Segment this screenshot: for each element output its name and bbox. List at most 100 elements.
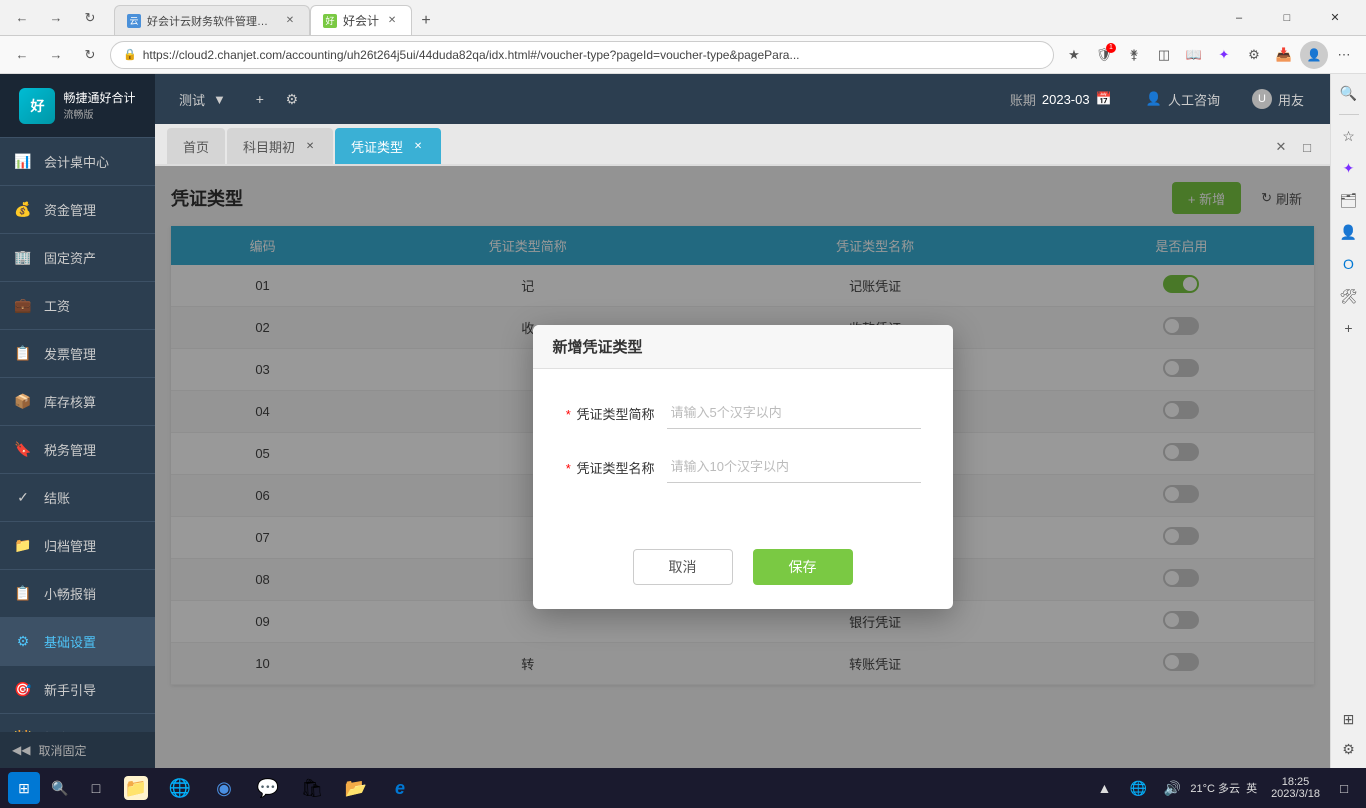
settings-icon: ⚙ (12, 631, 34, 653)
rp-copilot-btn[interactable]: ✦ (1334, 153, 1364, 183)
browser-tab-1[interactable]: 云 好会计云财务软件管理系统_会计 ✕ (114, 5, 310, 35)
network-icon[interactable]: 🌐 (1122, 772, 1154, 804)
sidebar-label-report: 小畅报销 (44, 584, 96, 603)
rp-settings-btn[interactable]: ⚙ (1334, 734, 1364, 764)
chrome-icon: ◉ (212, 776, 236, 800)
immersive-reader-icon[interactable]: 📖 (1180, 41, 1208, 69)
shield-icon[interactable]: 🛡 1 (1090, 41, 1118, 69)
sidebar-item-settings[interactable]: ⚙ 基础设置 (0, 618, 155, 666)
content-area: 凭证类型 + 新增 ↻ 刷新 编码 凭证类型简称 凭证类型名称 是否启用 (155, 166, 1330, 768)
notification-btn[interactable]: □ (1330, 774, 1358, 802)
save-btn[interactable]: 保存 (753, 549, 853, 585)
sidebar-item-settle[interactable]: ✓ 结账 (0, 474, 155, 522)
reload-button[interactable]: ↻ (76, 4, 104, 32)
tab-close-2[interactable]: ✕ (385, 14, 399, 28)
taskbar-app-edge[interactable]: 🌐 (160, 772, 200, 804)
address-back-btn[interactable]: ← (8, 41, 36, 69)
rp-favorites-btn[interactable]: ☆ (1334, 121, 1364, 151)
tab-close-ctrl[interactable]: ✕ (1270, 136, 1292, 158)
sidebar-label-settle: 结账 (44, 488, 70, 507)
address-forward-btn[interactable]: → (42, 41, 70, 69)
collections-icon[interactable]: ⚙ (1240, 41, 1268, 69)
short-input[interactable] (667, 397, 921, 429)
cancel-btn[interactable]: 取消 (633, 549, 733, 585)
settle-icon: ✓ (12, 487, 34, 509)
search-taskbar-btn[interactable]: 🔍 (44, 772, 76, 804)
sidebar-item-member[interactable]: 👑 畅会员 (0, 714, 155, 732)
sound-icon[interactable]: 🔊 (1156, 772, 1188, 804)
workspace-selector[interactable]: 测试 ▼ (171, 86, 234, 113)
rp-history-btn[interactable]: 👤 (1334, 217, 1364, 247)
page-tab-voucher-close[interactable]: ✕ (411, 139, 425, 153)
consultant-icon: 👤 (1146, 91, 1162, 107)
minimize-button[interactable]: – (1216, 0, 1262, 36)
forward-button[interactable]: → (42, 4, 70, 32)
rp-collections-btn[interactable]: 🗂 (1334, 185, 1364, 215)
browser-tab-2[interactable]: 好 好会计 ✕ (310, 5, 412, 35)
extensions-icon[interactable]: ⚵ (1120, 41, 1148, 69)
taskbar-app-explorer[interactable]: 📁 (116, 772, 156, 804)
sidebar-item-fixed-assets[interactable]: 🏢 固定资产 (0, 234, 155, 282)
taskbar-app-chrome[interactable]: ◉ (204, 772, 244, 804)
sidebar-item-inventory[interactable]: 📦 库存核算 (0, 378, 155, 426)
sidebar-item-tax[interactable]: 🔖 税务管理 (0, 426, 155, 474)
page-tab-home-label: 首页 (183, 137, 209, 156)
sidebar-item-invoice[interactable]: 📋 发票管理 (0, 330, 155, 378)
task-view-btn[interactable]: □ (80, 772, 112, 804)
rp-outlook-btn[interactable]: O (1334, 249, 1364, 279)
system-tray-arrow[interactable]: ▲ (1088, 772, 1120, 804)
sidebar-item-capital[interactable]: 💰 资金管理 (0, 186, 155, 234)
sidebar-item-salary[interactable]: 💼 工资 (0, 282, 155, 330)
maximize-button[interactable]: □ (1264, 0, 1310, 36)
taskbar-date-value: 2023/3/18 (1271, 788, 1320, 800)
page-tab-subject-close[interactable]: ✕ (303, 139, 317, 153)
tab-fullscreen-ctrl[interactable]: □ (1296, 136, 1318, 158)
close-button[interactable]: ✕ (1312, 0, 1358, 36)
workspace-settings-btn[interactable]: ⚙ (278, 85, 306, 113)
favorites-icon[interactable]: ★ (1060, 41, 1088, 69)
address-refresh-btn[interactable]: ↻ (76, 41, 104, 69)
sidebar-item-guide[interactable]: 🎯 新手引导 (0, 666, 155, 714)
add-workspace-btn[interactable]: + (246, 85, 274, 113)
form-row-short: * 凭证类型简称 (565, 397, 921, 429)
ai-icon[interactable]: ✦ (1210, 41, 1238, 69)
sidebar-cancel-fixed[interactable]: ◀◀ 取消固定 (0, 732, 155, 768)
browser-window-controls: ← → ↻ (8, 4, 104, 32)
save-icon[interactable]: 📥 (1270, 41, 1298, 69)
address-input[interactable]: 🔒 https://cloud2.chanjet.com/accounting/… (110, 41, 1054, 69)
rp-grid-btn[interactable]: ⊞ (1334, 704, 1364, 734)
split-view-icon[interactable]: ◫ (1150, 41, 1178, 69)
taskbar-datetime[interactable]: 18:25 2023/3/18 (1265, 776, 1326, 800)
start-button[interactable]: ⊞ (8, 772, 40, 804)
taskbar-app-browser2[interactable]: e (380, 772, 420, 804)
rp-tools-btn[interactable]: 🛠 (1334, 281, 1364, 311)
menu-icon[interactable]: ⋯ (1330, 41, 1358, 69)
sidebar-item-dashboard[interactable]: 📊 会计桌中心 (0, 138, 155, 186)
name-input[interactable] (667, 451, 921, 483)
page-tab-home[interactable]: 首页 (167, 128, 225, 164)
modal-body: * 凭证类型简称 * 凭证类型名称 (533, 369, 953, 533)
security-icon: 🔒 (123, 48, 137, 61)
taskbar-app-files[interactable]: 📂 (336, 772, 376, 804)
back-button[interactable]: ← (8, 4, 36, 32)
calendar-icon[interactable]: 📅 (1096, 91, 1112, 107)
profile-icon[interactable]: 👤 (1300, 41, 1328, 69)
rp-add-btn[interactable]: + (1334, 313, 1364, 343)
dashboard-icon: 📊 (12, 151, 34, 173)
rp-search-btn[interactable]: 🔍 (1334, 78, 1364, 108)
guide-icon: 🎯 (12, 679, 34, 701)
app-wrapper: 好 畅捷通好合计 流畅版 📊 会计桌中心 💰 资金管理 🏢 固定资产 💼 工资 (0, 74, 1366, 768)
page-tab-voucher[interactable]: 凭证类型 ✕ (335, 128, 441, 164)
new-tab-button[interactable]: + (412, 7, 440, 35)
user-btn[interactable]: U 用友 (1242, 85, 1314, 113)
consultant-btn[interactable]: 👤 人工咨询 (1136, 86, 1230, 113)
page-tab-subject[interactable]: 科目期初 ✕ (227, 128, 333, 164)
taskbar-app-store[interactable]: 🛍 (292, 772, 332, 804)
sidebar-scroll[interactable]: 📊 会计桌中心 💰 资金管理 🏢 固定资产 💼 工资 📋 发票管理 📦 (0, 138, 155, 732)
sidebar-item-report[interactable]: 📋 小畅报销 (0, 570, 155, 618)
taskbar-app-wechat[interactable]: 💬 (248, 772, 288, 804)
user-label: 用友 (1278, 90, 1304, 109)
tab-close-1[interactable]: ✕ (283, 14, 297, 28)
sidebar-item-archive[interactable]: 📁 归档管理 (0, 522, 155, 570)
sidebar-label-capital: 资金管理 (44, 200, 96, 219)
